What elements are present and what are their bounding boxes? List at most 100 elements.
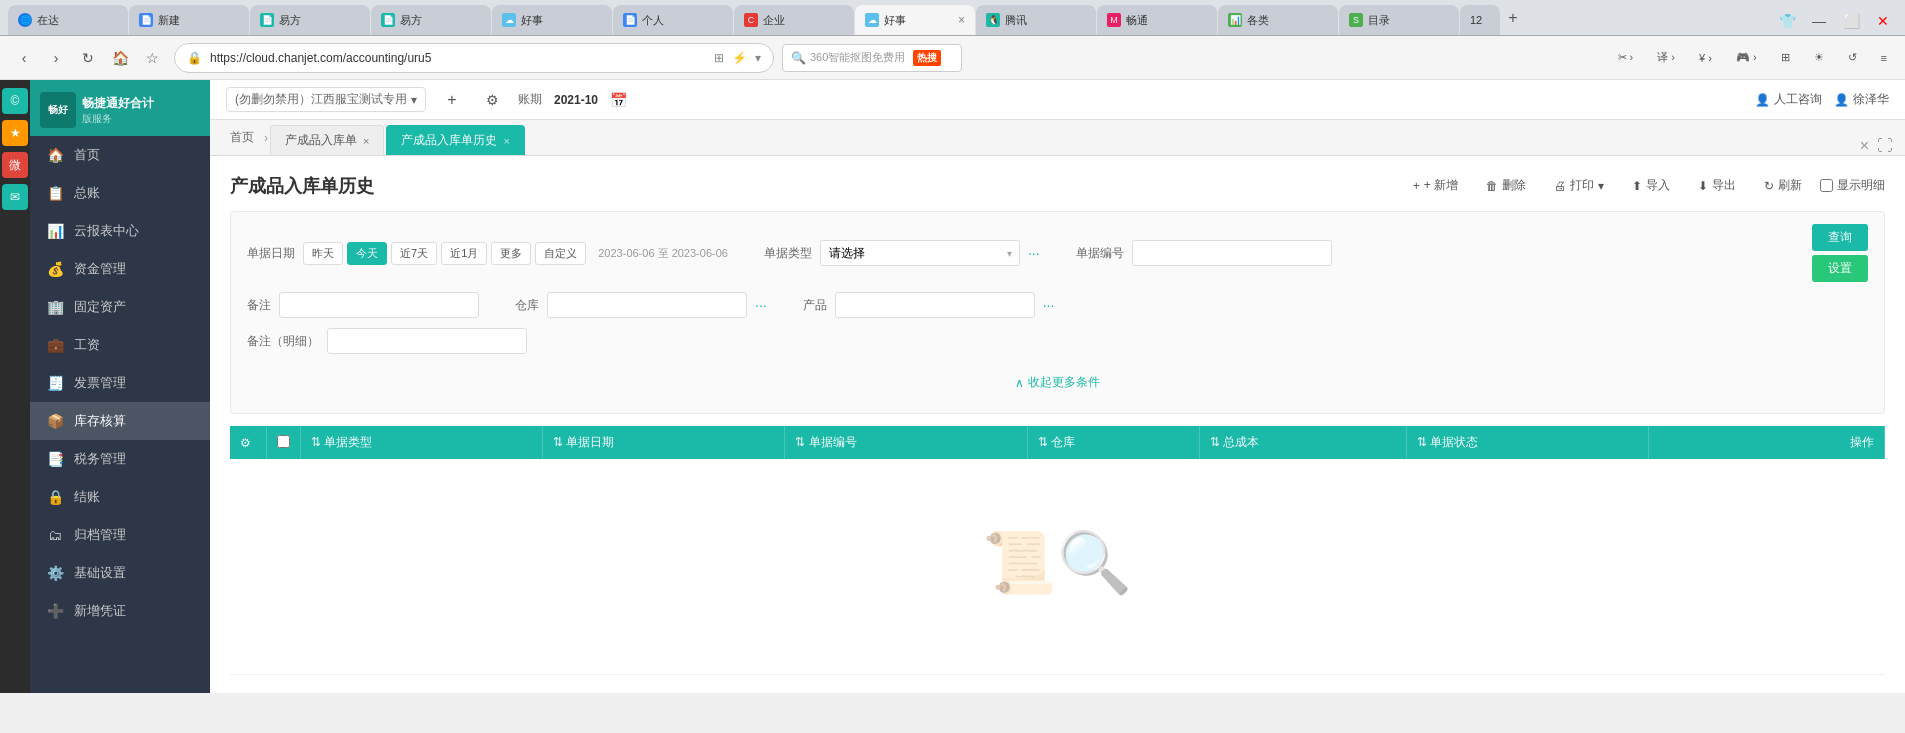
note-detail-input[interactable] — [327, 328, 527, 354]
date-btn-custom[interactable]: 自定义 — [535, 242, 586, 265]
browser-tab-1[interactable]: 🌐 在达 — [8, 5, 128, 35]
page-tab-list-close[interactable]: × — [363, 135, 369, 147]
new-record-btn[interactable]: + + 新增 — [1403, 172, 1468, 199]
page-tab-history-close[interactable]: × — [503, 135, 509, 147]
grid-btn[interactable]: ⊞ — [1773, 47, 1798, 68]
scissors-btn[interactable]: ✂ › — [1610, 47, 1642, 68]
note-input[interactable] — [279, 292, 479, 318]
warehouse-input[interactable] — [547, 292, 747, 318]
game-btn[interactable]: 🎮 › — [1728, 47, 1765, 68]
customer-service-btn[interactable]: 👤 人工咨询 — [1755, 91, 1822, 108]
warehouse-more-icon[interactable]: ··· — [755, 297, 767, 313]
date-btn-yesterday[interactable]: 昨天 — [303, 242, 343, 265]
nav-item-settings[interactable]: ⚙️ 基础设置 — [30, 554, 210, 592]
th-status[interactable]: ⇅ 单据状态 — [1406, 426, 1648, 459]
nav-item-ledger[interactable]: 📋 总账 — [30, 174, 210, 212]
print-btn[interactable]: 🖨 打印 ▾ — [1544, 172, 1614, 199]
browser-tab-3[interactable]: 📄 易方 — [250, 5, 370, 35]
user-avatar-btn[interactable]: 👤 徐泽华 — [1834, 91, 1889, 108]
browser-tab-7[interactable]: C 企业 — [734, 5, 854, 35]
show-detail-checkbox[interactable] — [1820, 179, 1833, 192]
currency-btn[interactable]: ¥ › — [1691, 48, 1720, 68]
nav-item-funds[interactable]: 💰 资金管理 — [30, 250, 210, 288]
delete-icon: 🗑 — [1486, 179, 1498, 193]
query-btn[interactable]: 查询 — [1812, 224, 1868, 251]
page-tab-history[interactable]: 产成品入库单历史 × — [386, 125, 524, 155]
maximize-btn[interactable]: ⬜ — [1837, 7, 1865, 35]
search-box-360[interactable]: 🔍 360智能抠图免费用 热搜 — [782, 44, 962, 72]
th-total-cost[interactable]: ⇅ 总成本 — [1199, 426, 1406, 459]
delete-btn[interactable]: 🗑 删除 — [1476, 172, 1536, 199]
date-btn-1month[interactable]: 近1月 — [441, 242, 487, 265]
nav-item-closing[interactable]: 🔒 结账 — [30, 478, 210, 516]
tab-close-8[interactable]: × — [958, 13, 965, 27]
panel-close-btn[interactable]: × — [1860, 137, 1869, 155]
period-calendar-icon[interactable]: 📅 — [610, 92, 627, 108]
company-settings-btn[interactable]: ⚙ — [478, 86, 506, 114]
nav-item-new-period[interactable]: ➕ 新增凭证 — [30, 592, 210, 630]
date-btn-today[interactable]: 今天 — [347, 242, 387, 265]
app-icon-star[interactable]: ★ — [2, 120, 28, 146]
panel-expand-btn[interactable]: ⛶ — [1877, 137, 1893, 155]
browser-tab-6[interactable]: 📄 个人 — [613, 5, 733, 35]
select-all-checkbox[interactable] — [277, 435, 290, 448]
browser-tab-5[interactable]: ☁ 好事 — [492, 5, 612, 35]
nav-item-reports[interactable]: 📊 云报表中心 — [30, 212, 210, 250]
refresh-btn[interactable]: ↻ 刷新 — [1754, 172, 1812, 199]
date-btn-7days[interactable]: 近7天 — [391, 242, 437, 265]
browser-tab-10[interactable]: M 畅通 — [1097, 5, 1217, 35]
breadcrumb-home[interactable]: 首页 — [222, 129, 262, 146]
add-company-btn[interactable]: + — [438, 86, 466, 114]
voucher-no-input[interactable] — [1132, 240, 1332, 266]
nav-item-invoice[interactable]: 🧾 发票管理 — [30, 364, 210, 402]
th-warehouse[interactable]: ⇅ 仓库 — [1027, 426, 1199, 459]
settings-browser-btn[interactable]: ≡ — [1873, 48, 1895, 68]
th-settings[interactable]: ⚙ — [230, 426, 266, 459]
rotate-btn[interactable]: ↺ — [1840, 47, 1865, 68]
nav-item-tax[interactable]: 📑 税务管理 — [30, 440, 210, 478]
browser-tab-count[interactable]: 12 — [1460, 5, 1500, 35]
date-btn-more[interactable]: 更多 — [491, 242, 531, 265]
nav-label-fixed-assets: 固定资产 — [74, 298, 194, 316]
nav-item-home[interactable]: 🏠 首页 — [30, 136, 210, 174]
nav-item-payroll[interactable]: 💼 工资 — [30, 326, 210, 364]
forward-btn[interactable]: › — [42, 44, 70, 72]
theme-btn[interactable]: ☀ — [1806, 47, 1832, 68]
browser-tab-9[interactable]: 🐧 腾讯 — [976, 5, 1096, 35]
nav-item-archive[interactable]: 🗂 归档管理 — [30, 516, 210, 554]
collapse-filter-btn[interactable]: ∧ 收起更多条件 — [1009, 368, 1106, 397]
voucher-type-more-icon[interactable]: ··· — [1028, 245, 1040, 261]
import-btn[interactable]: ⬆ 导入 — [1622, 172, 1680, 199]
company-selector[interactable]: (勿删勿禁用）江西服宝测试专用 ▾ — [226, 87, 426, 112]
browser-tab-2[interactable]: 📄 新建 — [129, 5, 249, 35]
bookmark-btn[interactable]: ☆ — [138, 44, 166, 72]
th-voucher-type[interactable]: ⇅ 单据类型 — [300, 426, 542, 459]
nav-item-fixed-assets[interactable]: 🏢 固定资产 — [30, 288, 210, 326]
browser-tab-11[interactable]: 📊 各类 — [1218, 5, 1338, 35]
app-icon-mail[interactable]: ✉ — [2, 184, 28, 210]
refresh-browser-btn[interactable]: ↻ — [74, 44, 102, 72]
voucher-type-select[interactable]: 请选择 — [820, 240, 1020, 266]
browser-tab-12[interactable]: S 目录 — [1339, 5, 1459, 35]
address-input-box[interactable]: 🔒 https://cloud.chanjet.com/accounting/u… — [174, 43, 774, 73]
settings-filter-btn[interactable]: 设置 — [1812, 255, 1868, 282]
page-tab-list[interactable]: 产成品入库单 × — [270, 125, 384, 155]
export-btn[interactable]: ⬇ 导出 — [1688, 172, 1746, 199]
browser-tab-8[interactable]: ☁ 好事 × — [855, 5, 975, 35]
back-btn[interactable]: ‹ — [10, 44, 38, 72]
browser-tab-4[interactable]: 📄 易方 — [371, 5, 491, 35]
home-btn[interactable]: 🏠 — [106, 44, 134, 72]
close-window-btn[interactable]: ✕ — [1869, 7, 1897, 35]
translate-btn[interactable]: 译 › — [1649, 46, 1683, 69]
th-voucher-date[interactable]: ⇅ 单据日期 — [542, 426, 784, 459]
th-voucher-no[interactable]: ⇅ 单据编号 — [785, 426, 1027, 459]
app-icon-weibo[interactable]: 微 — [2, 152, 28, 178]
product-input[interactable] — [835, 292, 1035, 318]
product-more-icon[interactable]: ··· — [1043, 297, 1055, 313]
app-icon-logo[interactable]: © — [2, 88, 28, 114]
th-checkbox[interactable] — [266, 426, 300, 459]
minimize-btn[interactable]: — — [1805, 7, 1833, 35]
new-tab-button[interactable]: + — [1501, 6, 1525, 30]
nav-item-inventory[interactable]: 📦 库存核算 — [30, 402, 210, 440]
shirt-icon-btn[interactable]: 👕 — [1773, 7, 1801, 35]
